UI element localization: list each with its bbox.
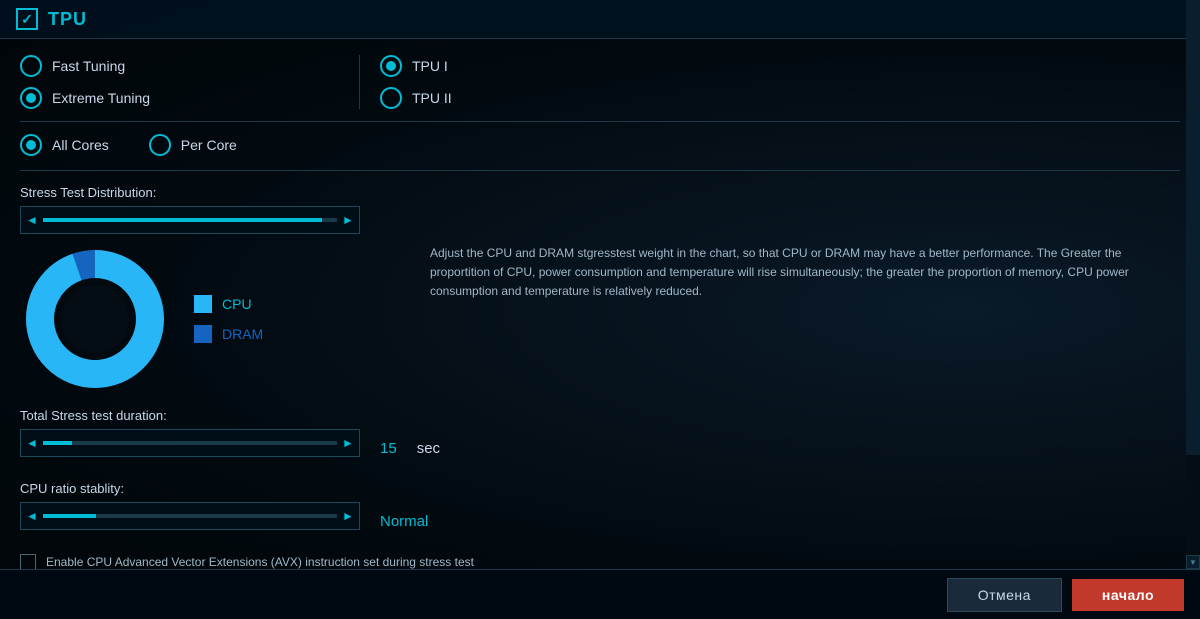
- all-cores-label: All Cores: [52, 137, 109, 153]
- tpu-checkbox[interactable]: ✓: [16, 8, 38, 30]
- total-stress-section: Total Stress test duration: ◄ ► 15 sec: [20, 408, 1180, 467]
- cores-row: All Cores Per Core: [20, 134, 1180, 171]
- stress-distribution-label: Stress Test Distribution:: [20, 185, 1180, 200]
- slider-fill: [43, 218, 322, 222]
- avx-checkbox[interactable]: [20, 554, 36, 569]
- dram-legend-item: DRAM: [194, 325, 263, 343]
- duration-row: ◄ ► 15 sec: [20, 429, 1180, 467]
- cancel-button[interactable]: Отмена: [947, 578, 1062, 612]
- chart-legend: CPU DRAM: [194, 295, 263, 343]
- stress-section: Stress Test Distribution: ◄ ►: [20, 185, 1180, 394]
- extreme-tuning-label: Extreme Tuning: [52, 90, 150, 106]
- dram-legend-label: DRAM: [222, 326, 263, 342]
- slider-left-arrow[interactable]: ◄: [21, 207, 43, 233]
- all-cores-option[interactable]: All Cores: [20, 134, 109, 156]
- extreme-tuning-option[interactable]: Extreme Tuning: [20, 87, 339, 109]
- tpu-i-label: TPU I: [412, 58, 448, 74]
- scrollbar-thumb[interactable]: [1186, 0, 1200, 455]
- duration-slider-track: [43, 441, 337, 445]
- duration-slider-right[interactable]: ►: [337, 430, 359, 456]
- donut-chart: [20, 244, 170, 394]
- main-container: ▲ ▼ ✓ TPU Fast Tuning Extreme Tuning: [0, 0, 1200, 619]
- tpu-ii-option[interactable]: TPU II: [380, 87, 452, 109]
- tpu-title: TPU: [48, 9, 87, 30]
- ratio-slider-right[interactable]: ►: [337, 503, 359, 529]
- fast-tuning-option[interactable]: Fast Tuning: [20, 55, 339, 77]
- per-core-label: Per Core: [181, 137, 237, 153]
- duration-slider-fill: [43, 441, 72, 445]
- chart-legend-row: CPU DRAM Adjust the CPU and DRAM stgress…: [20, 244, 1180, 394]
- tpu-i-radio[interactable]: [380, 55, 402, 77]
- total-stress-label: Total Stress test duration:: [20, 408, 1180, 423]
- ratio-slider-track: [43, 514, 337, 518]
- stress-description: Adjust the CPU and DRAM stgresstest weig…: [410, 244, 1180, 394]
- slider-track: [43, 218, 337, 222]
- ratio-slider-left[interactable]: ◄: [21, 503, 43, 529]
- ratio-row: ◄ ► Normal: [20, 502, 1180, 540]
- cpu-legend-color: [194, 295, 212, 313]
- duration-unit: sec: [417, 440, 440, 457]
- cpu-legend-label: CPU: [222, 296, 252, 312]
- ratio-value: Normal: [380, 513, 428, 530]
- tpu-ii-radio[interactable]: [380, 87, 402, 109]
- cpu-ratio-label: CPU ratio stablity:: [20, 481, 1180, 496]
- tpu-ii-label: TPU II: [412, 90, 452, 106]
- checkmark-icon: ✓: [21, 11, 33, 28]
- duration-slider[interactable]: ◄ ►: [20, 429, 360, 457]
- extreme-tuning-radio[interactable]: [20, 87, 42, 109]
- ratio-slider[interactable]: ◄ ►: [20, 502, 360, 530]
- footer-bar: Отмена начало: [0, 569, 1200, 619]
- avx-checkbox-row: Enable CPU Advanced Vector Extensions (A…: [20, 554, 1180, 569]
- tpu-i-option[interactable]: TPU I: [380, 55, 452, 77]
- header-bar: ✓ TPU: [0, 0, 1200, 39]
- avx-label: Enable CPU Advanced Vector Extensions (A…: [46, 555, 474, 569]
- cpu-ratio-section: CPU ratio stablity: ◄ ► Normal: [20, 481, 1180, 540]
- tuning-row: Fast Tuning Extreme Tuning TPU I TPU II: [20, 55, 1180, 122]
- slider-right-arrow[interactable]: ►: [337, 207, 359, 233]
- per-core-radio[interactable]: [149, 134, 171, 156]
- content-area: Fast Tuning Extreme Tuning TPU I TPU II: [0, 39, 1200, 569]
- dram-legend-color: [194, 325, 212, 343]
- per-core-option[interactable]: Per Core: [149, 134, 237, 156]
- fast-tuning-label: Fast Tuning: [52, 58, 125, 74]
- scrollbar-down-arrow[interactable]: ▼: [1186, 555, 1200, 569]
- tuning-left: Fast Tuning Extreme Tuning: [20, 55, 360, 109]
- scrollbar[interactable]: ▲ ▼: [1186, 0, 1200, 569]
- duration-slider-left[interactable]: ◄: [21, 430, 43, 456]
- all-cores-radio[interactable]: [20, 134, 42, 156]
- cpu-legend-item: CPU: [194, 295, 263, 313]
- start-button[interactable]: начало: [1072, 579, 1184, 611]
- stress-distribution-slider[interactable]: ◄ ►: [20, 206, 360, 234]
- ratio-slider-fill: [43, 514, 96, 518]
- duration-value: 15: [380, 440, 397, 457]
- tuning-right: TPU I TPU II: [360, 55, 452, 109]
- fast-tuning-radio[interactable]: [20, 55, 42, 77]
